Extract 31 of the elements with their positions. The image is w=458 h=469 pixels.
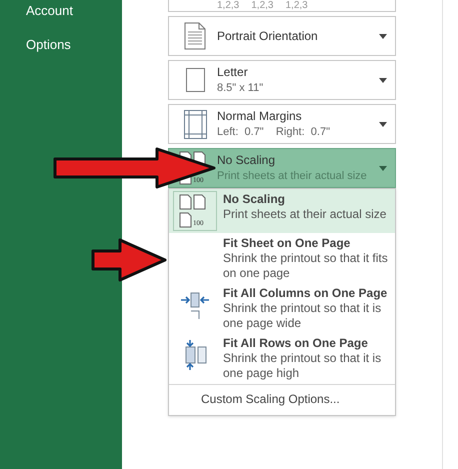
setting-dropdown[interactable]: Normal Margins Left: 0.7" Right: 0.7" bbox=[168, 104, 396, 144]
menu-item-description: Shrink the printout so that it fits on one page bbox=[223, 251, 389, 281]
menu-item-description: Shrink the printout so that it is one page high bbox=[223, 351, 382, 381]
menu-item-description: Shrink the printout so that it is one page wide bbox=[223, 301, 382, 331]
sidebar-item[interactable]: Options bbox=[26, 34, 122, 54]
menu-item-title: Fit All Columns on One Page bbox=[223, 286, 388, 301]
setting-subtitle: 8.5" x 11" bbox=[217, 82, 264, 95]
collation-label: 1,2,3 bbox=[217, 0, 240, 11]
menu-item-title: No Scaling bbox=[223, 192, 286, 207]
setting-title: Normal Margins bbox=[217, 109, 303, 123]
sidebar-item[interactable]: Account bbox=[26, 1, 122, 20]
menu-item-title: Fit All Rows on One Page bbox=[223, 336, 369, 351]
setting-subtitle: Print sheets at their actual size bbox=[217, 170, 368, 183]
setting-title: Portrait Orientation bbox=[217, 29, 319, 43]
setting-title: No Scaling bbox=[217, 153, 276, 167]
collation-label: 1,2,3 bbox=[251, 0, 274, 11]
setting-dropdown[interactable]: Letter 8.5" x 11" bbox=[168, 60, 396, 100]
margins-icon bbox=[184, 110, 206, 138]
page-icon bbox=[184, 22, 206, 50]
setting-dropdown[interactable]: Portrait Orientation bbox=[168, 16, 396, 56]
fit-columns-icon bbox=[180, 290, 210, 320]
menu-item-description: Print sheets at their actual size bbox=[223, 207, 388, 222]
menu-item[interactable]: Fit Sheet on One Page Shrink the printout so that it fits on one page bbox=[169, 233, 395, 283]
menu-item[interactable]: Fit All Columns on One Page Shrink the printout so that it is one page wide bbox=[169, 283, 395, 333]
setting-title: Letter bbox=[217, 65, 249, 79]
page-icon bbox=[186, 68, 204, 92]
menu-item-title: Fit Sheet on One Page bbox=[223, 236, 352, 251]
menu-item[interactable]: Fit All Rows on One Page Shrink the printout so that it is one page high bbox=[169, 333, 395, 383]
custom-scaling-link[interactable]: Custom Scaling Options... bbox=[169, 384, 395, 413]
collation-label: 1,2,3 bbox=[286, 0, 308, 11]
setting-subtitle: Left: 0.7" Right: 0.7" bbox=[217, 126, 331, 139]
